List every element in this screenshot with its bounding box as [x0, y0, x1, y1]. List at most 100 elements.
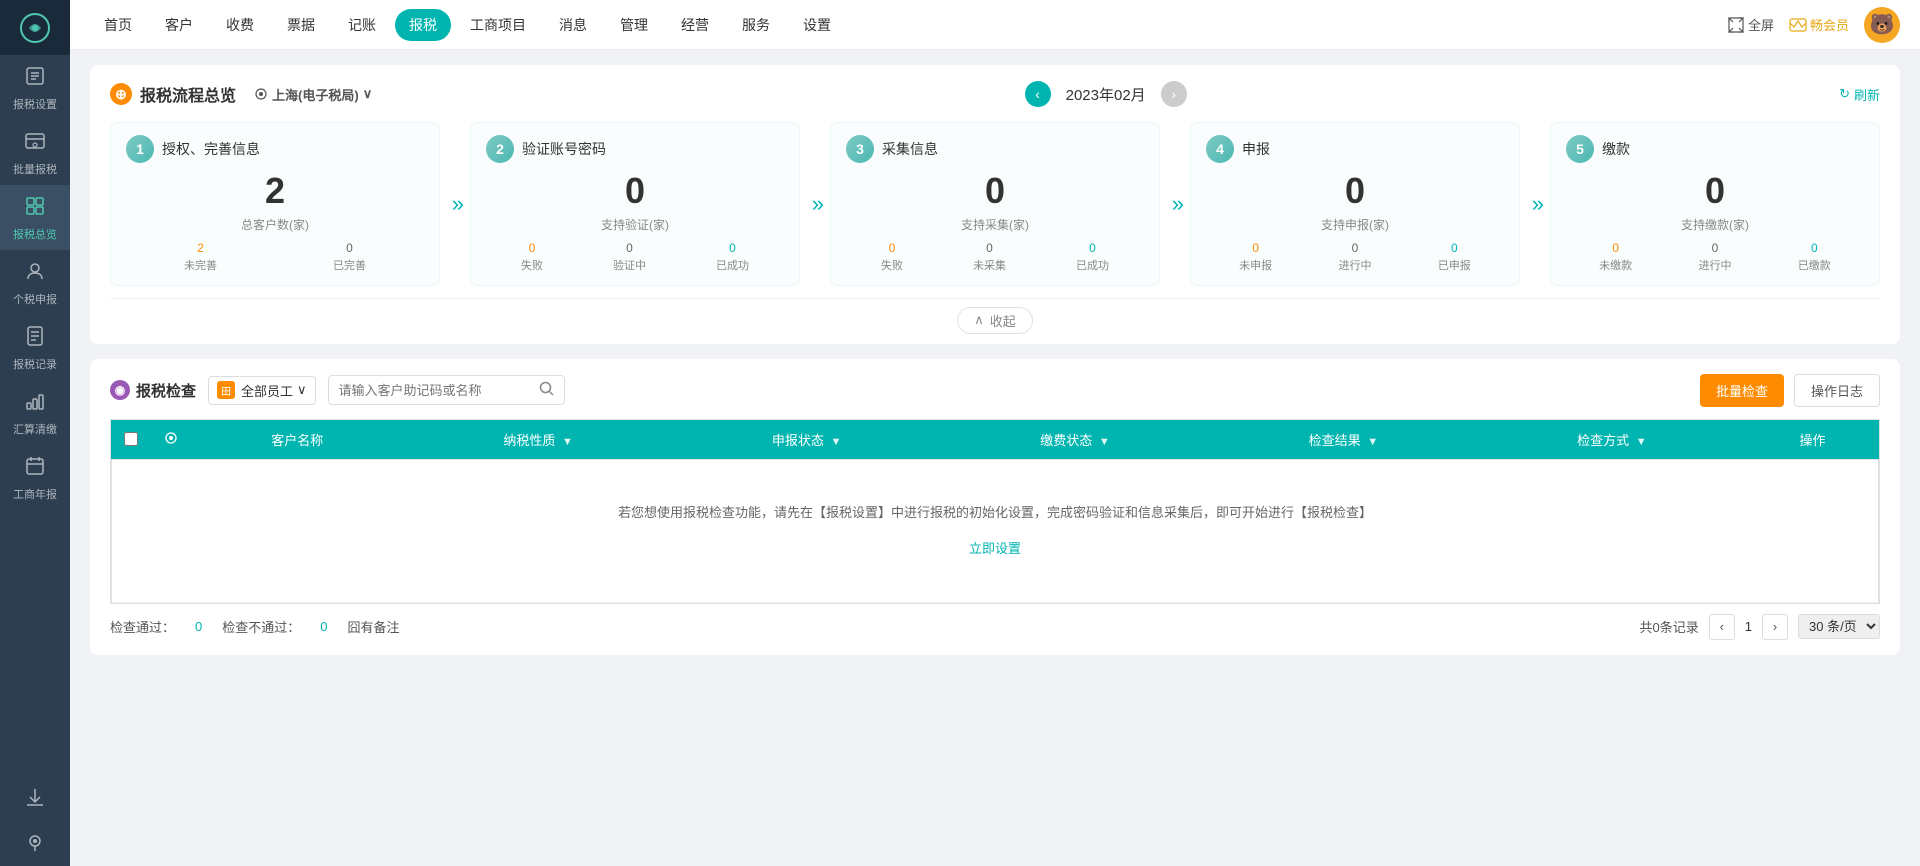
nav-biz[interactable]: 工商项目 — [456, 9, 540, 41]
main-area: 首页 客户 收费 票据 记账 报税 工商项目 消息 管理 经营 服务 设置 — [70, 0, 1920, 866]
step-num-3: 3 — [846, 135, 874, 163]
nav-fee[interactable]: 收费 — [212, 9, 268, 41]
nav-home[interactable]: 首页 — [90, 9, 146, 41]
step-sub-4: 支持申报(家) — [1206, 216, 1504, 233]
filter-icon[interactable]: ▼ — [1636, 436, 1647, 448]
check-title: ◉ 报税检查 — [110, 380, 196, 401]
sidebar-item-label: 工商年报 — [13, 486, 57, 502]
top-navigation: 首页 客户 收费 票据 记账 报税 工商项目 消息 管理 经营 服务 设置 — [70, 0, 1920, 50]
date-navigation: ‹ 2023年02月 › — [1025, 81, 1187, 107]
filter-icon[interactable]: ▼ — [830, 436, 841, 448]
table-col-method: 检查方式 ▼ — [1478, 419, 1746, 459]
nav-tax[interactable]: 报税 — [395, 9, 451, 41]
check-header: ◉ 报税检查 田 全部员工 ∨ — [110, 374, 1880, 407]
vip-label: 畅会员 — [1810, 15, 1849, 34]
refresh-btn[interactable]: ↻ 刷新 — [1839, 85, 1880, 104]
next-month-btn[interactable]: › — [1161, 81, 1187, 107]
sidebar: 报税设置 批量报税 报税总览 — [0, 0, 70, 866]
fullscreen-btn[interactable]: 全屏 — [1728, 15, 1774, 34]
per-page-select[interactable]: 30 条/页 — [1798, 614, 1880, 639]
summary-title: ⊕ 报税流程总览 上海(电子税局) ∨ — [110, 82, 372, 106]
check-title-icon: ◉ — [110, 380, 130, 400]
check-section: ◉ 报税检查 田 全部员工 ∨ — [90, 359, 1900, 655]
step-title-2: 验证账号密码 — [522, 139, 606, 159]
nav-settings[interactable]: 设置 — [789, 9, 845, 41]
step-sub-2: 支持验证(家) — [486, 216, 784, 233]
refresh-icon: ↻ — [1839, 86, 1850, 102]
process-steps: » 1 授权、完善信息 2 总客户数(家) 2 未完善 0 — [110, 122, 1880, 286]
table-col-result: 检查结果 ▼ — [1209, 419, 1477, 459]
annual-report-icon — [24, 455, 46, 482]
sidebar-item-annual-report[interactable]: 工商年报 — [0, 445, 70, 510]
step-bignum-2: 0 — [486, 171, 784, 211]
sidebar-item-tax-overview[interactable]: 报税总览 — [0, 185, 70, 250]
count-5-0: 0 未缴款 — [1599, 241, 1632, 273]
footer-pagination: 共0条记录 ‹ 1 › 30 条/页 — [1640, 614, 1880, 640]
filter-icon[interactable]: ▼ — [1367, 436, 1378, 448]
chevron-down-icon: ∨ — [363, 86, 373, 102]
count-4-0: 0 未申报 — [1239, 241, 1272, 273]
search-input[interactable] — [329, 378, 529, 403]
table-header-checkbox — [111, 419, 151, 459]
count-4-1: 0 进行中 — [1338, 241, 1371, 273]
download-icon — [24, 786, 46, 813]
nav-accounting[interactable]: 记账 — [334, 9, 390, 41]
count-5-2: 0 已缴款 — [1798, 241, 1831, 273]
sidebar-item-location[interactable] — [0, 821, 70, 866]
nav-message[interactable]: 消息 — [545, 9, 601, 41]
table-empty-message: 若您想使用报税检查功能，请先在【报税设置】中进行报税的初始化设置，完成密码验证和… — [112, 460, 1878, 602]
step-bignum-4: 0 — [1206, 171, 1504, 211]
check-fail-value[interactable]: 0 — [320, 619, 327, 634]
table-header-settings — [151, 419, 191, 459]
batch-check-btn[interactable]: 批量检查 — [1700, 374, 1784, 407]
sidebar-item-label: 报税设置 — [13, 96, 57, 112]
sidebar-item-label: 个税申报 — [13, 291, 57, 307]
table-body-scroll: 若您想使用报税检查功能，请先在【报税设置】中进行报税的初始化设置，完成密码验证和… — [110, 460, 1880, 604]
tax-overview-icon — [24, 195, 46, 222]
sidebar-item-tax-settings[interactable]: 报税设置 — [0, 55, 70, 120]
nav-operate[interactable]: 经营 — [667, 9, 723, 41]
step-bignum-3: 0 — [846, 171, 1144, 211]
count-2-0: 0 失败 — [521, 241, 543, 273]
check-table: 客户名称 纳税性质 ▼ 申报状态 ▼ 缴费状态 — [110, 419, 1880, 460]
step-sub-3: 支持采集(家) — [846, 216, 1144, 233]
count-1-1: 0 已完善 — [333, 241, 366, 273]
check-table-body: 若您想使用报税检查功能，请先在【报税设置】中进行报税的初始化设置，完成密码验证和… — [111, 460, 1879, 603]
filter-icon[interactable]: ▼ — [1099, 436, 1110, 448]
search-box — [328, 375, 565, 405]
step-arrow-3: » — [1172, 191, 1184, 217]
step-title-3: 采集信息 — [882, 139, 938, 159]
check-footer: 检查通过： 0 检查不通过： 0 囧有备注 共0条记录 ‹ 1 › 30 条/页 — [110, 604, 1880, 640]
prev-month-btn[interactable]: ‹ — [1025, 81, 1051, 107]
step-title-5: 缴款 — [1602, 139, 1630, 159]
location-tag[interactable]: 上海(电子税局) ∨ — [254, 85, 372, 104]
batch-tax-icon — [24, 130, 46, 157]
vip-btn[interactable]: 畅会员 — [1789, 15, 1849, 34]
user-avatar[interactable]: 🐻 — [1864, 7, 1900, 43]
nav-customer[interactable]: 客户 — [151, 9, 207, 41]
operation-log-btn[interactable]: 操作日志 — [1794, 374, 1880, 407]
nav-manage[interactable]: 管理 — [606, 9, 662, 41]
select-all-checkbox[interactable] — [124, 432, 138, 446]
staff-select[interactable]: 田 全部员工 ∨ — [208, 376, 316, 405]
first-page-btn[interactable]: ‹ — [1709, 614, 1735, 640]
sidebar-item-tax-record[interactable]: 报税记录 — [0, 315, 70, 380]
sidebar-item-personal-tax[interactable]: 个税申报 — [0, 250, 70, 315]
next-page-btn[interactable]: › — [1762, 614, 1788, 640]
nav-invoice[interactable]: 票据 — [273, 9, 329, 41]
nav-service[interactable]: 服务 — [728, 9, 784, 41]
sidebar-item-label: 汇算清缴 — [13, 421, 57, 437]
sidebar-item-batch-tax[interactable]: 批量报税 — [0, 120, 70, 185]
app-logo — [0, 0, 70, 55]
search-btn[interactable] — [529, 376, 564, 404]
sidebar-item-download[interactable] — [0, 776, 70, 821]
process-step-2: » 2 验证账号密码 0 支持验证(家) 0 失败 0 — [470, 122, 800, 286]
count-1-0: 2 未完善 — [184, 241, 217, 273]
check-pass-value[interactable]: 0 — [195, 619, 202, 634]
sidebar-item-reconcile[interactable]: 汇算清缴 — [0, 380, 70, 445]
sidebar-item-label: 报税总览 — [13, 226, 57, 242]
setup-link[interactable]: 立即设置 — [969, 541, 1021, 556]
collapse-btn[interactable]: ∧ 收起 — [957, 307, 1033, 334]
content-area: ⊕ 报税流程总览 上海(电子税局) ∨ ‹ 2023年02月 › — [70, 50, 1920, 866]
filter-icon[interactable]: ▼ — [562, 436, 573, 448]
